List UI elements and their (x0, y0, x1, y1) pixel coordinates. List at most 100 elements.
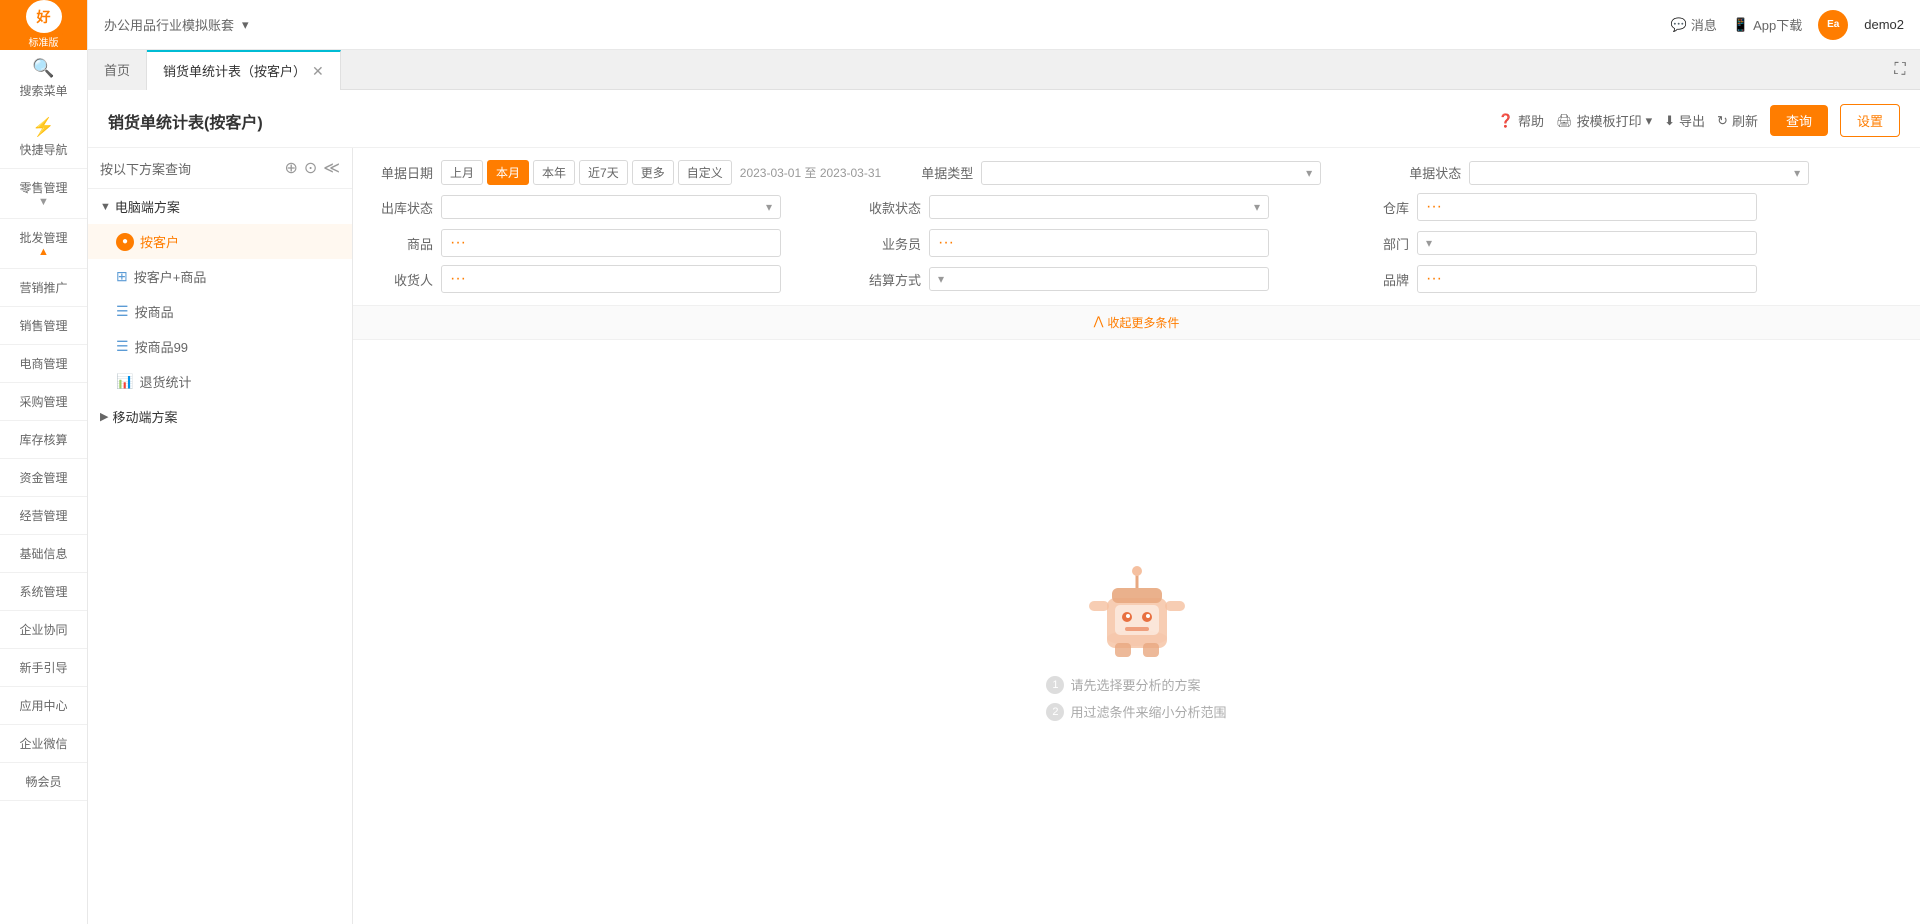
sidebar-item-wholesale[interactable]: 批发管理 ▲ (0, 219, 87, 269)
tab-expand-btn[interactable]: ⛶ (1880, 50, 1920, 90)
payment-status-select[interactable]: ▾ (929, 195, 1269, 219)
date-btn-more[interactable]: 更多 (632, 160, 674, 185)
sidebar-item-basic[interactable]: 基础信息 (0, 535, 87, 573)
refresh-icon: ↻ (1717, 113, 1728, 129)
scheme-group-pc: ▼ 电脑端方案 ● 按客户 ⊞ 按客户+商品 ☰ 按商品 (88, 189, 352, 399)
doc-type-chevron-icon: ▾ (1306, 166, 1312, 180)
tab-close-icon[interactable]: ✕ (312, 64, 324, 78)
collapse-bar[interactable]: ⋀ 收起更多条件 (353, 306, 1920, 340)
pc-group-expand-icon: ▼ (100, 201, 111, 213)
tab-home[interactable]: 首页 (88, 50, 147, 90)
department-chevron-icon: ▾ (1426, 236, 1432, 250)
help-btn[interactable]: ❓ 帮助 (1498, 111, 1544, 130)
app-download-btn[interactable]: 📱 App下载 (1733, 15, 1802, 34)
refresh-btn[interactable]: ↻ 刷新 (1717, 111, 1758, 130)
page-header: 销货单统计表(按客户) ❓ 帮助 🖨 按模板打印 ▾ ⬇ 导出 ↻ 刷新 (88, 90, 1920, 148)
right-panel: 单据日期 上月 本月 本年 近7天 更多 自定义 2023-03-01 至 20… (353, 148, 1920, 924)
warehouse-select[interactable]: ··· (1417, 193, 1757, 221)
warehouse-label: 仓库 (1349, 198, 1409, 217)
schemes-header: 按以下方案查询 ⊕ ⊙ ≪ (88, 148, 352, 189)
product-select[interactable]: ··· (441, 229, 781, 257)
empty-icon (1077, 543, 1197, 663)
query-btn[interactable]: 查询 (1770, 105, 1828, 136)
shipment-status-label: 出库状态 (373, 198, 433, 217)
product-dots[interactable]: ··· (450, 234, 466, 252)
wholesale-expand-icon: ▲ (38, 246, 49, 258)
date-btn-last-month[interactable]: 上月 (441, 160, 483, 185)
shipment-status-select[interactable]: ▾ (441, 195, 781, 219)
sidebar-item-retail[interactable]: 零售管理 ▼ (0, 169, 87, 219)
consignee-dots[interactable]: ··· (450, 270, 466, 288)
template-print-btn[interactable]: 🖨 按模板打印 ▾ (1556, 111, 1652, 130)
export-icon: ⬇ (1664, 113, 1675, 129)
settlement-label: 结算方式 (861, 270, 921, 289)
brand-dots[interactable]: ··· (1426, 270, 1442, 288)
sidebar: 好 标准版 🔍 搜索菜单 ⚡ 快捷导航 零售管理 ▼ 批发管理 ▲ 营销推广 销… (0, 0, 88, 924)
sidebar-item-enterprise[interactable]: 企业协同 (0, 611, 87, 649)
settlement-chevron-icon: ▾ (938, 272, 944, 286)
header-left: 办公用品行业模拟账套 ▾ (104, 15, 249, 34)
scheme-item-by-customer-product[interactable]: ⊞ 按客户+商品 (88, 259, 352, 294)
scheme-group-mobile-header[interactable]: ▶ 移动端方案 (88, 399, 352, 434)
sidebar-item-finance[interactable]: 资金管理 (0, 459, 87, 497)
settings-scheme-icon[interactable]: ⊙ (304, 158, 317, 178)
collapse-scheme-icon[interactable]: ≪ (323, 158, 340, 178)
consignee-select[interactable]: ··· (441, 265, 781, 293)
sidebar-item-apps[interactable]: 应用中心 (0, 687, 87, 725)
scheme-item-return-stats[interactable]: 📊 退货统计 (88, 364, 352, 399)
settlement-select[interactable]: ▾ (929, 267, 1269, 291)
quick-nav-icon: ⚡ (32, 117, 54, 138)
main-area: 办公用品行业模拟账套 ▾ 💬 消息 📱 App下载 Ea demo2 首页 销货… (88, 0, 1920, 924)
salesperson-select[interactable]: ··· (929, 229, 1269, 257)
message-btn[interactable]: 💬 消息 (1671, 15, 1717, 34)
sidebar-item-member[interactable]: 畅会员 (0, 763, 87, 801)
date-btn-this-year[interactable]: 本年 (533, 160, 575, 185)
scheme-group-pc-header[interactable]: ▼ 电脑端方案 (88, 189, 352, 224)
sidebar-item-marketing[interactable]: 营销推广 (0, 269, 87, 307)
sidebar-item-search[interactable]: 🔍 搜索菜单 (0, 50, 87, 107)
scheme-item-by-product-99[interactable]: ☰ 按商品99 (88, 329, 352, 364)
payment-chevron-icon: ▾ (1254, 200, 1260, 214)
export-btn[interactable]: ⬇ 导出 (1664, 111, 1705, 130)
doc-type-select[interactable]: ▾ (981, 161, 1321, 185)
sidebar-item-quick-nav[interactable]: ⚡ 快捷导航 (0, 107, 87, 169)
salesperson-label: 业务员 (861, 234, 921, 253)
sidebar-item-purchase[interactable]: 采购管理 (0, 383, 87, 421)
doc-type-label: 单据类型 (913, 163, 973, 182)
sidebar-item-operations[interactable]: 经营管理 (0, 497, 87, 535)
tabbar: 首页 销货单统计表（按客户） ✕ ⛶ (88, 50, 1920, 90)
add-scheme-icon[interactable]: ⊕ (284, 158, 297, 178)
brand-select[interactable]: ··· (1417, 265, 1757, 293)
collapse-up-icon: ⋀ (1094, 314, 1104, 331)
date-btn-this-month[interactable]: 本月 (487, 160, 529, 185)
date-buttons: 上月 本月 本年 近7天 更多 自定义 (441, 160, 732, 185)
sidebar-item-wechat[interactable]: 企业微信 (0, 725, 87, 763)
warehouse-dots[interactable]: ··· (1426, 198, 1442, 216)
hint1-number: 1 (1046, 676, 1064, 694)
expand-icon: ⛶ (1894, 61, 1905, 79)
settings-btn[interactable]: 设置 (1840, 104, 1900, 137)
date-btn-custom[interactable]: 自定义 (678, 160, 732, 185)
return-stats-icon: 📊 (116, 373, 133, 390)
header-right: 💬 消息 📱 App下载 Ea demo2 (1671, 10, 1904, 40)
scheme-item-by-customer[interactable]: ● 按客户 (88, 224, 352, 259)
user-avatar[interactable]: Ea (1818, 10, 1848, 40)
sidebar-item-sales[interactable]: 销售管理 (0, 307, 87, 345)
salesperson-dots[interactable]: ··· (938, 234, 954, 252)
sidebar-item-ecommerce[interactable]: 电商管理 (0, 345, 87, 383)
breadcrumb-dropdown-icon[interactable]: ▾ (242, 17, 249, 33)
sidebar-item-system[interactable]: 系统管理 (0, 573, 87, 611)
page-actions: ❓ 帮助 🖨 按模板打印 ▾ ⬇ 导出 ↻ 刷新 查询 设置 (1498, 104, 1900, 137)
hint2-number: 2 (1046, 703, 1064, 721)
department-select[interactable]: ▾ (1417, 231, 1757, 255)
sidebar-item-newbie[interactable]: 新手引导 (0, 649, 87, 687)
page-content: 销货单统计表(按客户) ❓ 帮助 🖨 按模板打印 ▾ ⬇ 导出 ↻ 刷新 (88, 90, 1920, 924)
tab-sales-stats[interactable]: 销货单统计表（按客户） ✕ (147, 50, 341, 90)
by-customer-product-icon: ⊞ (116, 268, 128, 285)
user-name: demo2 (1864, 17, 1904, 32)
doc-status-select[interactable]: ▾ (1469, 161, 1809, 185)
date-btn-7days[interactable]: 近7天 (579, 160, 628, 185)
two-panel: 按以下方案查询 ⊕ ⊙ ≪ ▼ 电脑端方案 ● 按客户 (88, 148, 1920, 924)
scheme-item-by-product[interactable]: ☰ 按商品 (88, 294, 352, 329)
sidebar-item-inventory[interactable]: 库存核算 (0, 421, 87, 459)
